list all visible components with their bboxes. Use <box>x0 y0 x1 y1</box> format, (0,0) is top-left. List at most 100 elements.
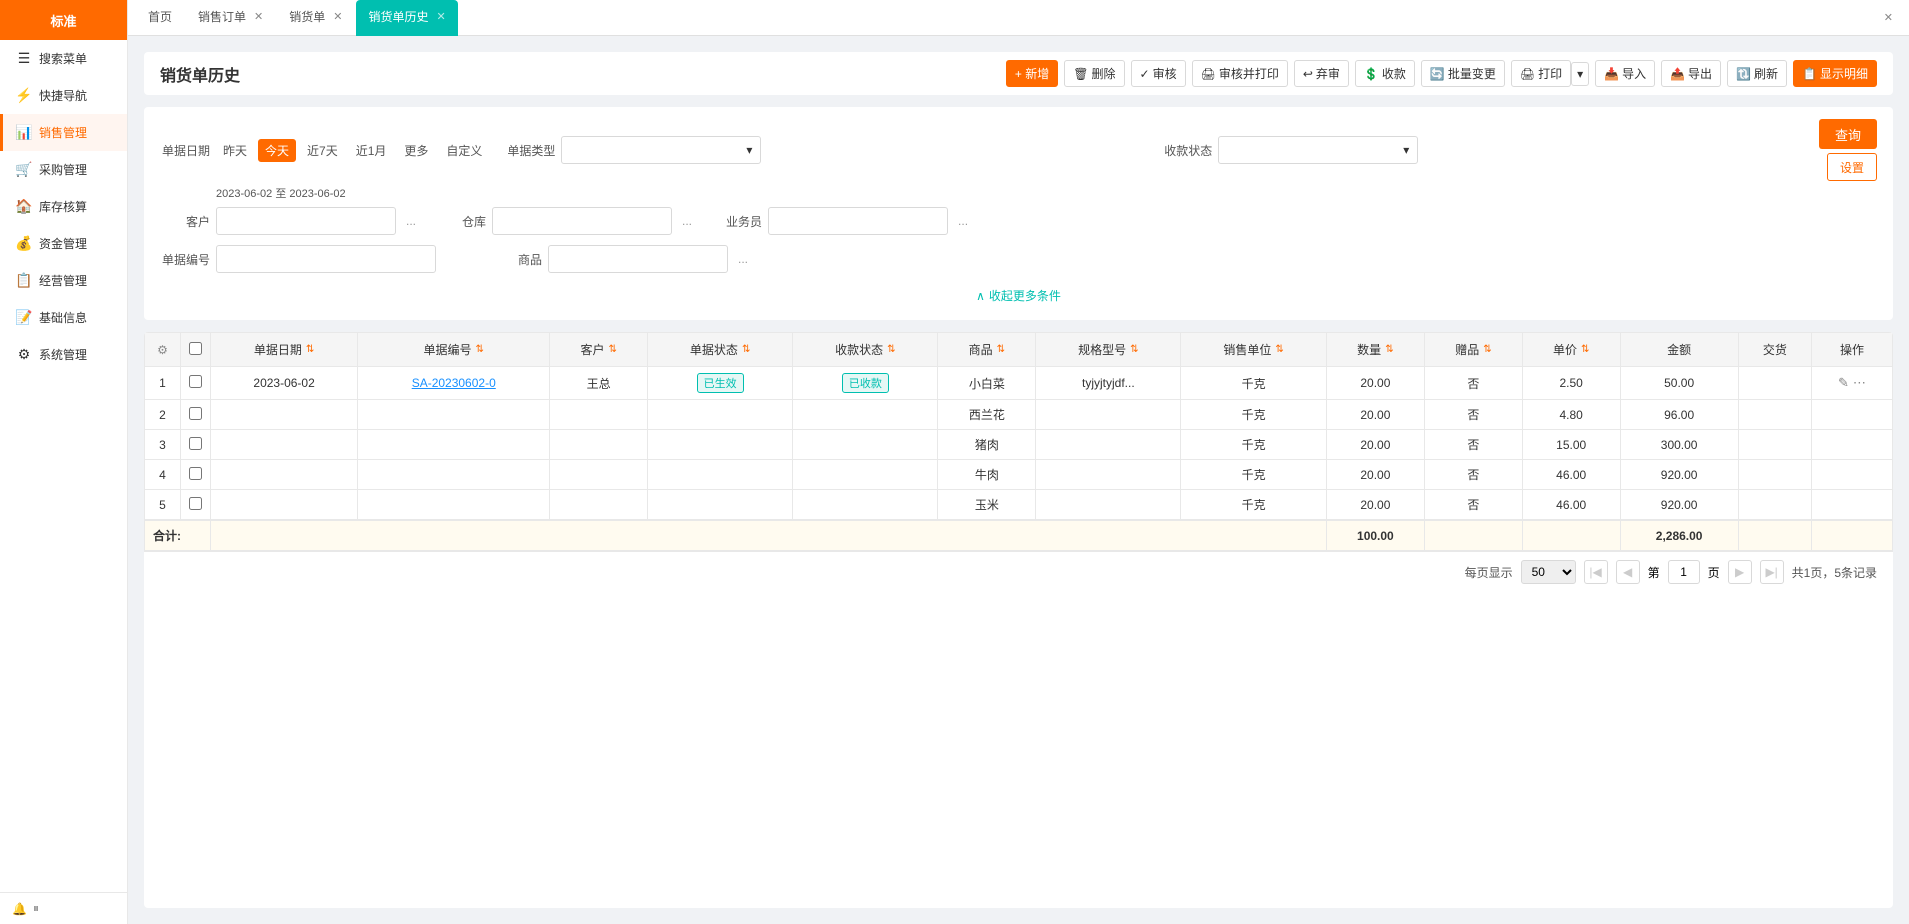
salesperson-dots[interactable]: ... <box>954 214 972 228</box>
goods-sort-icon: ⇅ <box>997 344 1005 355</box>
th-spec[interactable]: 规格型号 ⇅ <box>1036 333 1181 367</box>
th-doc-number[interactable]: 单据编号 ⇅ <box>358 333 550 367</box>
date-yesterday[interactable]: 昨天 <box>216 139 254 162</box>
th-gift[interactable]: 赠品 ⇅ <box>1425 333 1523 367</box>
new-button[interactable]: + 新增 <box>1006 60 1058 87</box>
collect-button[interactable]: 💲 收款 <box>1355 60 1415 87</box>
tab-close-all[interactable]: ✕ <box>1876 7 1901 28</box>
sidebar-item-inventory[interactable]: 🏠 库存核算 <box>0 188 127 225</box>
review-print-button[interactable]: 🖨 审核并打印 <box>1192 60 1288 87</box>
sidebar-item-funds-mgmt[interactable]: 💰 资金管理 <box>0 225 127 262</box>
more-icon[interactable]: ⋯ <box>1853 375 1866 391</box>
sidebar-item-basic-info[interactable]: 📝 基础信息 <box>0 299 127 336</box>
sales-mgmt-icon: 📊 <box>15 124 33 141</box>
tab-sales-order[interactable]: 销售订单 ✕ <box>186 0 275 36</box>
page-first-btn[interactable]: |◀ <box>1584 560 1608 584</box>
filter-row-2: 客户 ... 仓库 ... 业务员 ... <box>160 207 1877 235</box>
print-button[interactable]: 🖨 打印 <box>1511 60 1571 87</box>
customer-dots[interactable]: ... <box>402 214 420 228</box>
collect-icon: 💲 <box>1364 67 1379 81</box>
customer-input[interactable] <box>216 207 396 235</box>
date-1month[interactable]: 近1月 <box>349 139 394 162</box>
cell-checkbox[interactable] <box>181 400 211 430</box>
page-last-btn[interactable]: ▶| <box>1760 560 1784 584</box>
sidebar-item-search-menu[interactable]: ☰ 搜索菜单 <box>0 40 127 77</box>
th-doc-status[interactable]: 单据状态 ⇅ <box>648 333 793 367</box>
sidebar-bottom-icon2[interactable]: ⏸ <box>33 901 39 916</box>
warehouse-dots[interactable]: ... <box>678 214 696 228</box>
set-button[interactable]: 设置 <box>1827 153 1877 181</box>
sidebar-item-system-mgmt[interactable]: ⚙ 系统管理 <box>0 336 127 373</box>
tab-sales-history-close[interactable]: ✕ <box>437 10 446 23</box>
page-label-after: 页 <box>1708 564 1720 581</box>
batch-change-button[interactable]: 🔄 批量变更 <box>1421 60 1505 87</box>
date-more[interactable]: 更多 <box>397 139 435 162</box>
sidebar-item-purchase-mgmt[interactable]: 🛒 采购管理 <box>0 151 127 188</box>
tab-home[interactable]: 首页 <box>136 0 184 36</box>
print-dropdown-arrow[interactable]: ▾ <box>1571 62 1589 86</box>
th-goods[interactable]: 商品 ⇅ <box>938 333 1036 367</box>
abandon-icon: ↩ <box>1303 67 1313 81</box>
cell-qty: 20.00 <box>1326 367 1424 400</box>
th-qty[interactable]: 数量 ⇅ <box>1326 333 1424 367</box>
th-doc-date[interactable]: 单据日期 ⇅ <box>211 333 358 367</box>
cell-doc-status <box>648 400 793 430</box>
cell-trade <box>1738 490 1811 521</box>
date-7days[interactable]: 近7天 <box>300 139 345 162</box>
export-icon: 📤 <box>1670 67 1685 81</box>
cell-checkbox[interactable] <box>181 430 211 460</box>
sidebar-item-operation-mgmt[interactable]: 📋 经营管理 <box>0 262 127 299</box>
th-sales-unit[interactable]: 销售单位 ⇅ <box>1181 333 1326 367</box>
th-unit-price[interactable]: 单价 ⇅ <box>1522 333 1620 367</box>
goods-input[interactable] <box>548 245 728 273</box>
tab-sales-history[interactable]: 销货单历史 ✕ <box>356 0 457 36</box>
collect-status-select[interactable]: ▾ <box>1218 136 1418 164</box>
select-all-checkbox[interactable] <box>189 342 202 355</box>
page-prev-btn[interactable]: ◀ <box>1616 560 1640 584</box>
page-number-input[interactable] <box>1668 560 1700 584</box>
th-settings[interactable]: ⚙ <box>145 333 181 367</box>
cell-checkbox[interactable] <box>181 460 211 490</box>
tab-sales-goods[interactable]: 销货单 ✕ <box>277 0 354 36</box>
settings-icon[interactable]: ⚙ <box>157 343 168 357</box>
sidebar-bottom-icon1[interactable]: 🔔 <box>12 902 27 916</box>
collapse-label: 收起更多条件 <box>989 287 1061 304</box>
th-customer[interactable]: 客户 ⇅ <box>550 333 648 367</box>
page-size-label: 每页显示 <box>1465 564 1513 581</box>
funds-mgmt-icon: 💰 <box>15 235 33 252</box>
import-button[interactable]: 📥 导入 <box>1595 60 1655 87</box>
sidebar-item-label: 搜索菜单 <box>39 50 87 67</box>
tab-sales-goods-close[interactable]: ✕ <box>333 10 342 23</box>
page-next-btn[interactable]: ▶ <box>1728 560 1752 584</box>
date-today[interactable]: 今天 <box>258 139 296 162</box>
refresh-button[interactable]: 🔃 刷新 <box>1727 60 1787 87</box>
cell-seq: 4 <box>145 460 181 490</box>
cell-checkbox[interactable] <box>181 490 211 521</box>
doc-type-select[interactable]: ▾ <box>561 136 761 164</box>
collapse-row[interactable]: ∧ 收起更多条件 <box>160 283 1877 308</box>
review-button[interactable]: ✓ 审核 <box>1131 60 1186 87</box>
page-size-select[interactable]: 50 100 200 <box>1521 560 1576 584</box>
th-trade: 交货 <box>1738 333 1811 367</box>
cell-checkbox[interactable] <box>181 367 211 400</box>
date-custom[interactable]: 自定义 <box>439 139 489 162</box>
th-collect-status[interactable]: 收款状态 ⇅ <box>793 333 938 367</box>
query-button[interactable]: 查询 <box>1819 119 1877 149</box>
sidebar-item-quick-nav[interactable]: ⚡ 快捷导航 <box>0 77 127 114</box>
tab-sales-order-close[interactable]: ✕ <box>254 10 263 23</box>
abandon-button[interactable]: ↩ 弃审 <box>1294 60 1349 87</box>
goods-dots[interactable]: ... <box>734 252 752 266</box>
sidebar-item-sales-mgmt[interactable]: 📊 销售管理 <box>0 114 127 151</box>
sidebar-item-label: 基础信息 <box>39 309 87 326</box>
salesperson-input[interactable] <box>768 207 948 235</box>
warehouse-input[interactable] <box>492 207 672 235</box>
search-menu-icon: ☰ <box>15 50 33 67</box>
delete-button[interactable]: 🗑 删除 <box>1064 60 1124 87</box>
doc-number-input[interactable] <box>216 245 436 273</box>
delete-icon: 🗑 <box>1073 67 1088 81</box>
cell-customer <box>550 490 648 521</box>
edit-icon[interactable]: ✎ <box>1838 375 1849 391</box>
show-detail-button[interactable]: 📋 显示明细 <box>1793 60 1877 87</box>
toolbar: + 新增 🗑 删除 ✓ 审核 🖨 审核并打印 ↩ 弃审 <box>1006 60 1877 87</box>
export-button[interactable]: 📤 导出 <box>1661 60 1721 87</box>
